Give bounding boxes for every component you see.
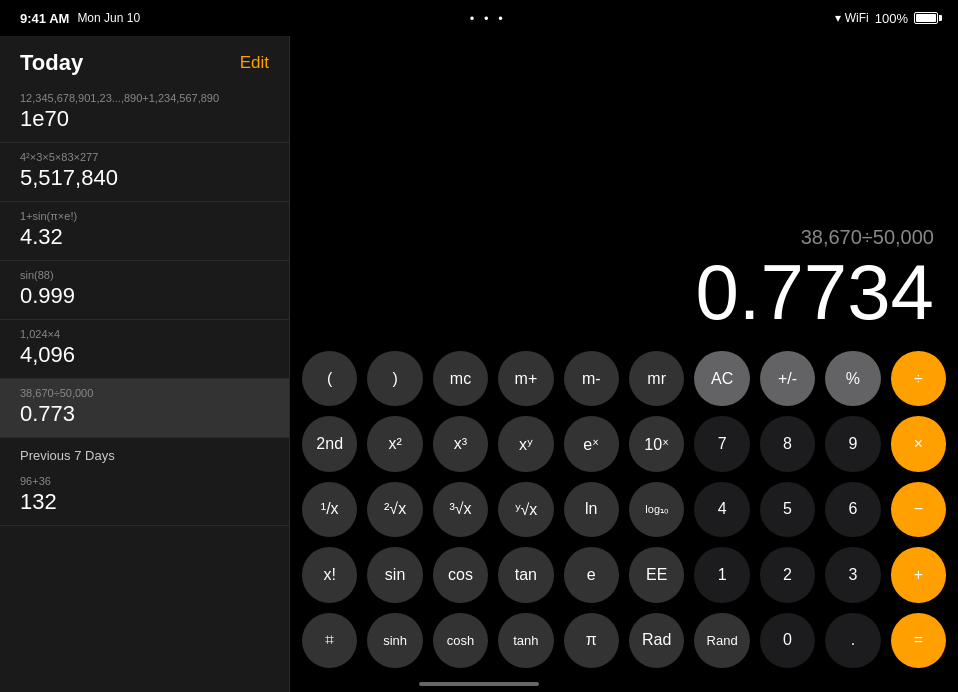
history-item[interactable]: 1+sin(π×e!) 4.32 bbox=[0, 202, 289, 261]
history-list-today: 12,345,678,901,23...,890+1,234,567,890 1e… bbox=[0, 84, 289, 438]
cosh-button[interactable]: cosh bbox=[433, 613, 488, 668]
history-result: 1e70 bbox=[20, 106, 269, 132]
history-item[interactable]: 12,345,678,901,23...,890+1,234,567,890 1e… bbox=[0, 84, 289, 143]
ln-button[interactable]: ln bbox=[564, 482, 619, 537]
history-result: 0.773 bbox=[20, 401, 269, 427]
status-date: Mon Jun 10 bbox=[77, 11, 140, 25]
status-center: • • • bbox=[470, 11, 506, 26]
home-indicator bbox=[419, 682, 539, 686]
zero-button[interactable]: 0 bbox=[760, 613, 815, 668]
status-time: 9:41 AM bbox=[20, 11, 69, 26]
history-result: 4.32 bbox=[20, 224, 269, 250]
mr-button[interactable]: mr bbox=[629, 351, 684, 406]
equals-button[interactable]: = bbox=[891, 613, 946, 668]
history-expr: 1+sin(π×e!) bbox=[20, 210, 269, 222]
e-to-x-button[interactable]: eˣ bbox=[564, 416, 619, 471]
wifi-icon: ▾ WiFi bbox=[835, 11, 868, 25]
percent-button[interactable]: % bbox=[825, 351, 880, 406]
x-to-y-button[interactable]: xʸ bbox=[498, 416, 553, 471]
edit-button[interactable]: Edit bbox=[240, 53, 269, 73]
previous-section-header: Previous 7 Days bbox=[0, 438, 289, 467]
close-paren-button[interactable]: ) bbox=[367, 351, 422, 406]
plus-minus-button[interactable]: +/- bbox=[760, 351, 815, 406]
battery-percent: 100% bbox=[875, 11, 908, 26]
history-expr: 96+36 bbox=[20, 475, 269, 487]
open-paren-button[interactable]: ( bbox=[302, 351, 357, 406]
panel-toolbar: Today Edit bbox=[0, 36, 289, 84]
factorial-button[interactable]: x! bbox=[302, 547, 357, 602]
second-button[interactable]: 2nd bbox=[302, 416, 357, 471]
eight-button[interactable]: 8 bbox=[760, 416, 815, 471]
calc-expression: 38,670÷50,000 bbox=[801, 226, 934, 249]
battery-icon bbox=[914, 12, 938, 24]
two-button[interactable]: 2 bbox=[760, 547, 815, 602]
history-item[interactable]: 96+36 132 bbox=[0, 467, 289, 526]
tan-button[interactable]: tan bbox=[498, 547, 553, 602]
rad-button[interactable]: Rad bbox=[629, 613, 684, 668]
seven-button[interactable]: 7 bbox=[694, 416, 749, 471]
nine-button[interactable]: 9 bbox=[825, 416, 880, 471]
reciprocal-button[interactable]: ¹/x bbox=[302, 482, 357, 537]
history-expr: 1,024×4 bbox=[20, 328, 269, 340]
history-result: 4,096 bbox=[20, 342, 269, 368]
log10-button[interactable]: log₁₀ bbox=[629, 482, 684, 537]
m-minus-button[interactable]: m- bbox=[564, 351, 619, 406]
history-panel: Today Edit 12,345,678,901,23...,890+1,23… bbox=[0, 36, 290, 692]
calculator-buttons: ()mcm+m-mrAC+/-%÷ 2ndx²x³xʸeˣ10ˣ789× ¹/x²√… bbox=[290, 347, 958, 692]
x-squared-button[interactable]: x² bbox=[367, 416, 422, 471]
mc-button[interactable]: mc bbox=[433, 351, 488, 406]
history-item[interactable]: sin(88) 0.999 bbox=[0, 261, 289, 320]
status-bar: 9:41 AM Mon Jun 10 • • • ▾ WiFi 100% bbox=[0, 0, 958, 36]
panel-title: Today bbox=[20, 50, 83, 76]
calculator-icon-button[interactable]: ⌗ bbox=[302, 613, 357, 668]
ac-button[interactable]: AC bbox=[694, 351, 749, 406]
add-button[interactable]: + bbox=[891, 547, 946, 602]
history-expr: sin(88) bbox=[20, 269, 269, 281]
history-expr: 38,670÷50,000 bbox=[20, 387, 269, 399]
ee-button[interactable]: EE bbox=[629, 547, 684, 602]
m-plus-button[interactable]: m+ bbox=[498, 351, 553, 406]
three-button[interactable]: 3 bbox=[825, 547, 880, 602]
history-item[interactable]: 4²×3×5×83×277 5,517,840 bbox=[0, 143, 289, 202]
history-result: 0.999 bbox=[20, 283, 269, 309]
decimal-button[interactable]: . bbox=[825, 613, 880, 668]
six-button[interactable]: 6 bbox=[825, 482, 880, 537]
x-cubed-button[interactable]: x³ bbox=[433, 416, 488, 471]
pi-button[interactable]: π bbox=[564, 613, 619, 668]
history-list-previous: 96+36 132 bbox=[0, 467, 289, 526]
calculator-display: 38,670÷50,000 0.7734 bbox=[290, 36, 958, 347]
four-button[interactable]: 4 bbox=[694, 482, 749, 537]
subtract-button[interactable]: − bbox=[891, 482, 946, 537]
tanh-button[interactable]: tanh bbox=[498, 613, 553, 668]
calc-result: 0.7734 bbox=[695, 253, 934, 331]
euler-button[interactable]: e bbox=[564, 547, 619, 602]
sqrt2-button[interactable]: ²√x bbox=[367, 482, 422, 537]
history-expr: 4²×3×5×83×277 bbox=[20, 151, 269, 163]
calculator-main: 38,670÷50,000 0.7734 ()mcm+m-mrAC+/-%÷ 2n… bbox=[290, 36, 958, 692]
history-result: 5,517,840 bbox=[20, 165, 269, 191]
status-right: ▾ WiFi 100% bbox=[835, 11, 938, 26]
divide-button[interactable]: ÷ bbox=[891, 351, 946, 406]
history-item[interactable]: 38,670÷50,000 0.773 bbox=[0, 379, 289, 438]
history-item[interactable]: 1,024×4 4,096 bbox=[0, 320, 289, 379]
rand-button[interactable]: Rand bbox=[694, 613, 749, 668]
sqrt3-button[interactable]: ³√x bbox=[433, 482, 488, 537]
five-button[interactable]: 5 bbox=[760, 482, 815, 537]
ten-to-x-button[interactable]: 10ˣ bbox=[629, 416, 684, 471]
history-result: 132 bbox=[20, 489, 269, 515]
cos-button[interactable]: cos bbox=[433, 547, 488, 602]
sinh-button[interactable]: sinh bbox=[367, 613, 422, 668]
one-button[interactable]: 1 bbox=[694, 547, 749, 602]
sqrty-button[interactable]: ʸ√x bbox=[498, 482, 553, 537]
sin-button[interactable]: sin bbox=[367, 547, 422, 602]
history-expr: 12,345,678,901,23...,890+1,234,567,890 bbox=[20, 92, 269, 104]
multiply-button[interactable]: × bbox=[891, 416, 946, 471]
